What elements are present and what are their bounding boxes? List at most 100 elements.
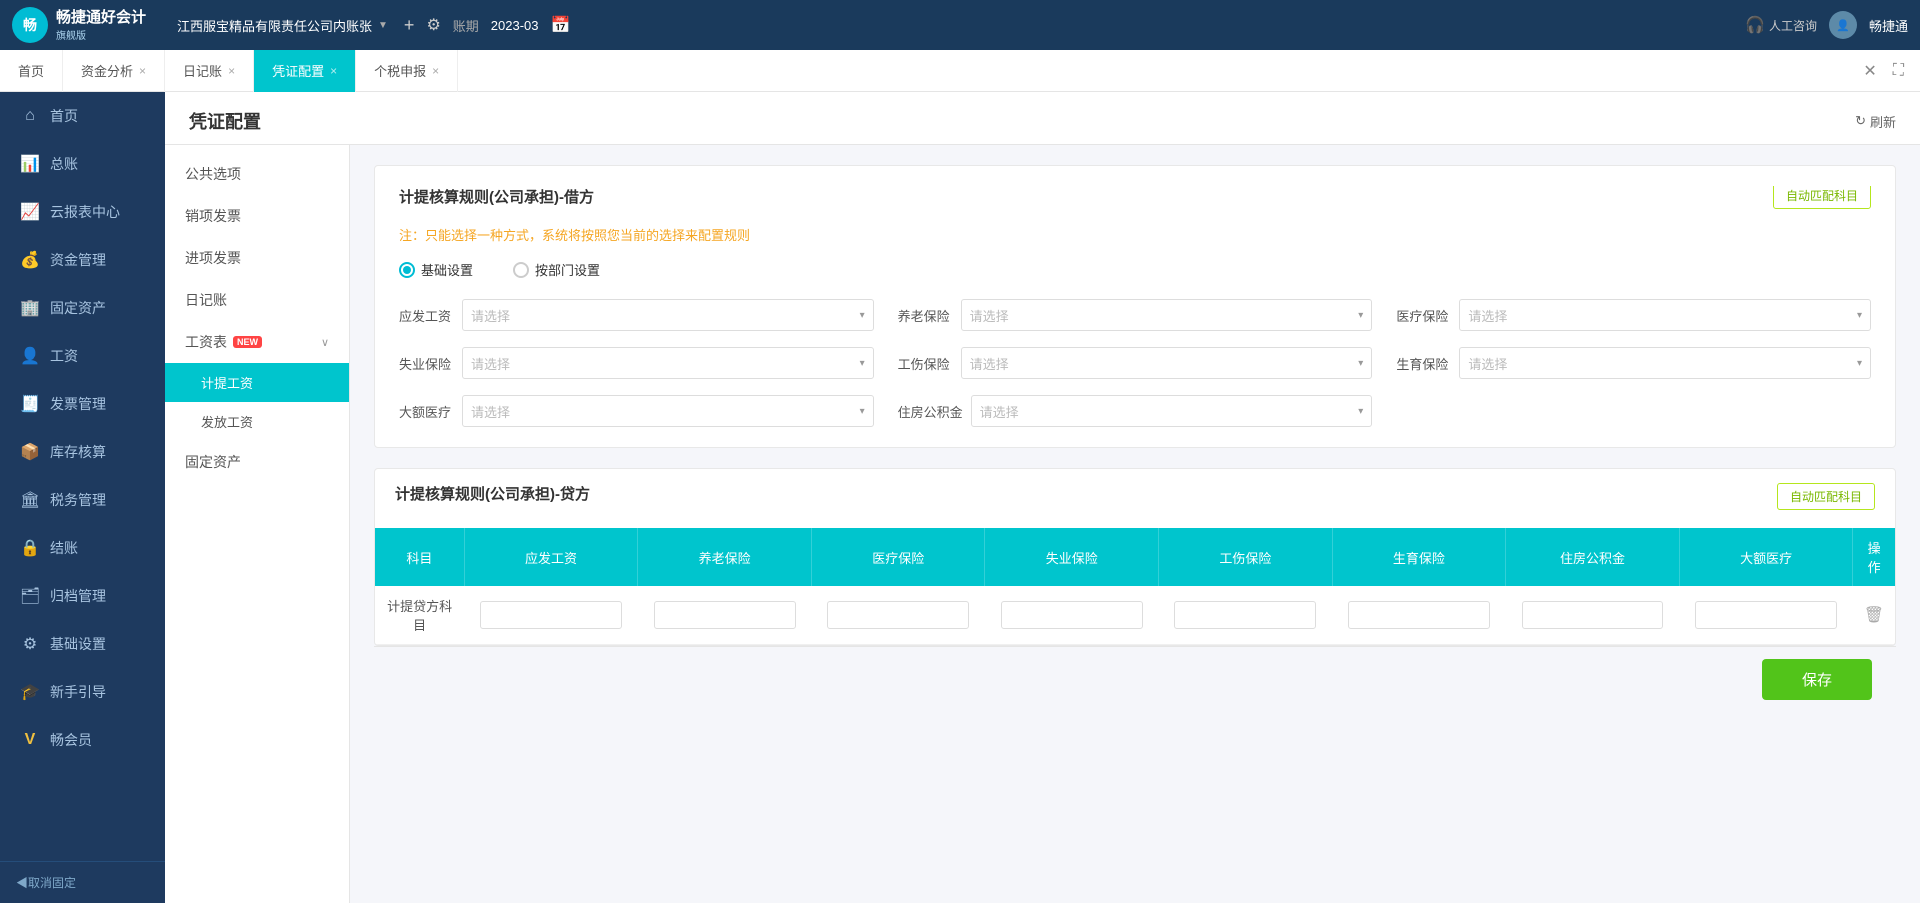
sidebar-label-funds: 资金管理 — [50, 250, 106, 270]
nav-payroll-payment[interactable]: 发放工资 — [165, 402, 349, 441]
sidebar-label-ledger: 总账 — [50, 154, 78, 174]
sidebar-item-salary[interactable]: 👤 工资 — [0, 332, 165, 380]
medical-select[interactable]: 请选择 ▾ — [1459, 299, 1871, 331]
nav-journal[interactable]: 日记账 — [165, 279, 349, 321]
col-medical: 医疗保险 — [811, 528, 985, 586]
input-unemployment[interactable] — [1001, 601, 1143, 629]
input-pension[interactable] — [654, 601, 796, 629]
save-bar: 保存 — [374, 646, 1896, 712]
tab-tax-report[interactable]: 个税申报 × — [356, 50, 458, 92]
sidebar-item-invoice[interactable]: 🧾 发票管理 — [0, 380, 165, 428]
tab-voucher-config[interactable]: 凭证配置 × — [254, 50, 356, 92]
sidebar-item-archive[interactable]: 🗂 归档管理 — [0, 572, 165, 620]
company-dropdown-arrow: ▼ — [378, 20, 388, 31]
input-gross-salary[interactable] — [480, 601, 622, 629]
radio-dept-setting[interactable]: 按部门设置 — [513, 260, 600, 279]
tab-capital-analysis[interactable]: 资金分析 × — [63, 50, 165, 92]
col-large-medical: 大额医疗 — [1679, 528, 1853, 586]
credit-section-header: 计提核算规则(公司承担)-贷方 自动匹配科目 — [375, 469, 1895, 528]
expand-window-button[interactable]: ⛶ — [1889, 62, 1908, 80]
sidebar-item-assets[interactable]: 🏢 固定资产 — [0, 284, 165, 332]
input-injury[interactable] — [1174, 601, 1316, 629]
sidebar-item-inventory[interactable]: 📦 库存核算 — [0, 428, 165, 476]
archive-icon: 🗂 — [20, 586, 40, 606]
cell-pension — [638, 586, 812, 645]
injury-select[interactable]: 请选择 ▾ — [961, 347, 1373, 379]
sidebar-item-funds[interactable]: 💰 资金管理 — [0, 236, 165, 284]
company-name: 江西服宝精品有限责任公司内账张 — [177, 16, 372, 35]
input-medical[interactable] — [827, 601, 969, 629]
col-unemployment: 失业保险 — [985, 528, 1159, 586]
sidebar-item-ledger[interactable]: 📊 总账 — [0, 140, 165, 188]
close-voucher-config[interactable]: × — [330, 64, 337, 78]
col-pension: 养老保险 — [638, 528, 812, 586]
nav-purchase-invoice[interactable]: 进项发票 — [165, 237, 349, 279]
nav-sales-invoice[interactable]: 销项发票 — [165, 195, 349, 237]
service-button[interactable]: 🎧 人工咨询 — [1745, 15, 1817, 35]
sidebar-item-close[interactable]: 🔒 结账 — [0, 524, 165, 572]
large-medical-select[interactable]: 请选择 ▾ — [462, 395, 874, 427]
invoice-icon: 🧾 — [20, 394, 40, 414]
tab-bar-right: ✕ ⛶ — [1859, 61, 1920, 81]
headphone-icon: 🎧 — [1745, 15, 1765, 35]
housing-label: 住房公积金 — [898, 402, 963, 421]
input-birth[interactable] — [1348, 601, 1490, 629]
sidebar-item-home[interactable]: ⌂ 首页 — [0, 92, 165, 140]
sidebar-item-reports[interactable]: 📈 云报表中心 — [0, 188, 165, 236]
input-housing[interactable] — [1522, 601, 1664, 629]
sidebar-label-vip: 畅会员 — [50, 730, 92, 750]
sidebar-item-settings[interactable]: ⚙ 基础设置 — [0, 620, 165, 668]
company-selector[interactable]: 江西服宝精品有限责任公司内账张 ▼ — [177, 16, 388, 35]
voucher-config-label: 凭证配置 — [272, 61, 324, 80]
sidebar-unpin-button[interactable]: ◀取消固定 — [0, 861, 165, 903]
app-logo: 畅 — [12, 7, 48, 43]
input-large-medical[interactable] — [1695, 601, 1837, 629]
field-housing: 住房公积金 请选择 ▾ — [898, 395, 1373, 427]
expand-arrow-icon: ∨ — [321, 336, 329, 349]
tab-journal[interactable]: 日记账 × — [165, 50, 254, 92]
radio-basic-setting[interactable]: 基础设置 — [399, 260, 473, 279]
sidebar-label-assets: 固定资产 — [50, 298, 106, 318]
nav-fixed-assets[interactable]: 固定资产 — [165, 441, 349, 483]
content-area: 凭证配置 ↻ 刷新 公共选项 销项发票 进项发票 日记账 工资表 NEW ∨ — [165, 92, 1920, 903]
nav-payroll-group[interactable]: 工资表 NEW ∨ — [165, 321, 349, 363]
settings-button[interactable]: ⚙ — [426, 15, 440, 35]
housing-arrow: ▾ — [1358, 406, 1363, 417]
salary-icon: 👤 — [20, 346, 40, 366]
cell-action: 🗑 — [1853, 586, 1895, 645]
app-edition: 旗舰版 — [56, 27, 146, 42]
large-medical-label: 大额医疗 — [399, 402, 454, 421]
birth-select[interactable]: 请选择 ▾ — [1459, 347, 1871, 379]
refresh-button[interactable]: ↻ 刷新 — [1855, 112, 1896, 131]
nav-public-options[interactable]: 公共选项 — [165, 153, 349, 195]
col-gross-salary: 应发工资 — [464, 528, 638, 586]
logo-area: 畅 畅捷通好会计 旗舰版 — [12, 7, 177, 43]
close-window-button[interactable]: ✕ — [1859, 61, 1880, 81]
housing-select[interactable]: 请选择 ▾ — [971, 395, 1373, 427]
radio-basic-label: 基础设置 — [421, 260, 473, 279]
close-journal[interactable]: × — [228, 64, 235, 78]
cell-unemployment — [985, 586, 1159, 645]
save-button[interactable]: 保存 — [1762, 659, 1872, 700]
home-icon: ⌂ — [20, 107, 40, 125]
close-tax-report[interactable]: × — [432, 64, 439, 78]
sidebar-item-vip[interactable]: V 畅会员 — [0, 716, 165, 764]
nav-payroll-accrual[interactable]: 计提工资 — [165, 363, 349, 402]
sidebar-item-guide[interactable]: 🎓 新手引导 — [0, 668, 165, 716]
delete-row-button[interactable]: 🗑 — [1864, 607, 1884, 624]
sidebar-item-tax[interactable]: 🏛 税务管理 — [0, 476, 165, 524]
debit-section-title: 计提核算规则(公司承担)-借方 — [399, 186, 1871, 207]
auto-match-credit-button[interactable]: 自动匹配科目 — [1777, 483, 1875, 510]
add-tab-button[interactable]: + — [404, 15, 415, 36]
unemployment-select[interactable]: 请选择 ▾ — [462, 347, 874, 379]
auto-match-debit-button[interactable]: 自动匹配科目 — [1773, 186, 1871, 209]
close-capital-analysis[interactable]: × — [139, 64, 146, 78]
pension-select[interactable]: 请选择 ▾ — [961, 299, 1373, 331]
gross-salary-select[interactable]: 请选择 ▾ — [462, 299, 874, 331]
field-medical: 医疗保险 请选择 ▾ — [1396, 299, 1871, 331]
calendar-icon[interactable]: 📅 — [551, 15, 571, 35]
sidebar-label-tax: 税务管理 — [50, 490, 106, 510]
tab-home[interactable]: 首页 — [0, 50, 63, 92]
table-row: 计提贷方科目 🗑 — [375, 586, 1895, 645]
period-label: 账期 — [453, 16, 479, 35]
